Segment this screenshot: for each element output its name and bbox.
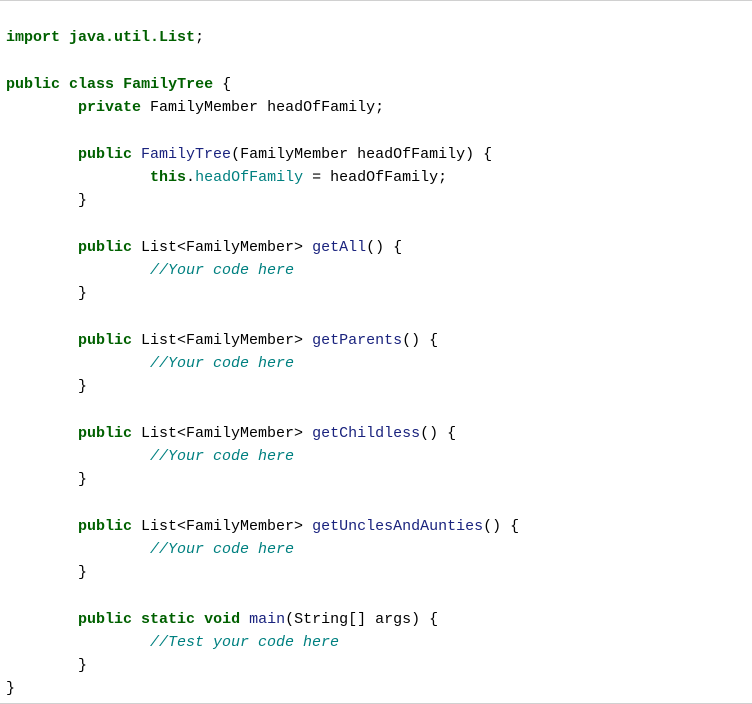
comment-your-code: //Your code here (150, 448, 294, 465)
assign-tail: = headOfFamily; (303, 169, 447, 186)
keyword-class: class (69, 76, 114, 93)
main-params: (String[] args) { (285, 611, 438, 628)
close-brace: } (78, 378, 87, 395)
method-main: main (249, 611, 285, 628)
dot: . (186, 169, 195, 186)
keyword-static: static (141, 611, 195, 628)
method-getParents: getParents (312, 332, 402, 349)
keyword-public: public (78, 146, 132, 163)
noarg-call: () { (483, 518, 519, 535)
keyword-private: private (78, 99, 141, 116)
noarg-call: () { (402, 332, 438, 349)
field-ref: headOfFamily (195, 169, 303, 186)
semicolon: ; (195, 29, 204, 46)
open-brace: { (222, 76, 231, 93)
close-brace: } (78, 192, 87, 209)
noarg-call: () { (420, 425, 456, 442)
space (60, 29, 69, 46)
close-brace: } (78, 471, 87, 488)
method-getChildless: getChildless (312, 425, 420, 442)
close-brace: } (78, 564, 87, 581)
comment-test-code: //Test your code here (150, 634, 339, 651)
keyword-import: import (6, 29, 60, 46)
close-brace: } (78, 285, 87, 302)
keyword-public: public (78, 332, 132, 349)
keyword-this: this (150, 169, 186, 186)
method-getAll: getAll (312, 239, 366, 256)
constructor-params: (FamilyMember headOfFamily) { (231, 146, 492, 163)
close-brace: } (78, 657, 87, 674)
comment-your-code: //Your code here (150, 541, 294, 558)
class-name: FamilyTree (123, 76, 213, 93)
field-decl: headOfFamily; (267, 99, 384, 116)
keyword-public: public (6, 76, 60, 93)
keyword-public: public (78, 518, 132, 535)
import-package: java.util.List (69, 29, 195, 46)
code-block: import java.util.List; public class Fami… (0, 0, 752, 704)
keyword-public: public (78, 611, 132, 628)
keyword-public: public (78, 425, 132, 442)
comment-your-code: //Your code here (150, 355, 294, 372)
keyword-void: void (204, 611, 240, 628)
comment-your-code: //Your code here (150, 262, 294, 279)
method-getUnclesAndAunties: getUnclesAndAunties (312, 518, 483, 535)
noarg-call: () { (366, 239, 402, 256)
keyword-public: public (78, 239, 132, 256)
close-brace: } (6, 680, 15, 697)
constructor-name: FamilyTree (141, 146, 231, 163)
